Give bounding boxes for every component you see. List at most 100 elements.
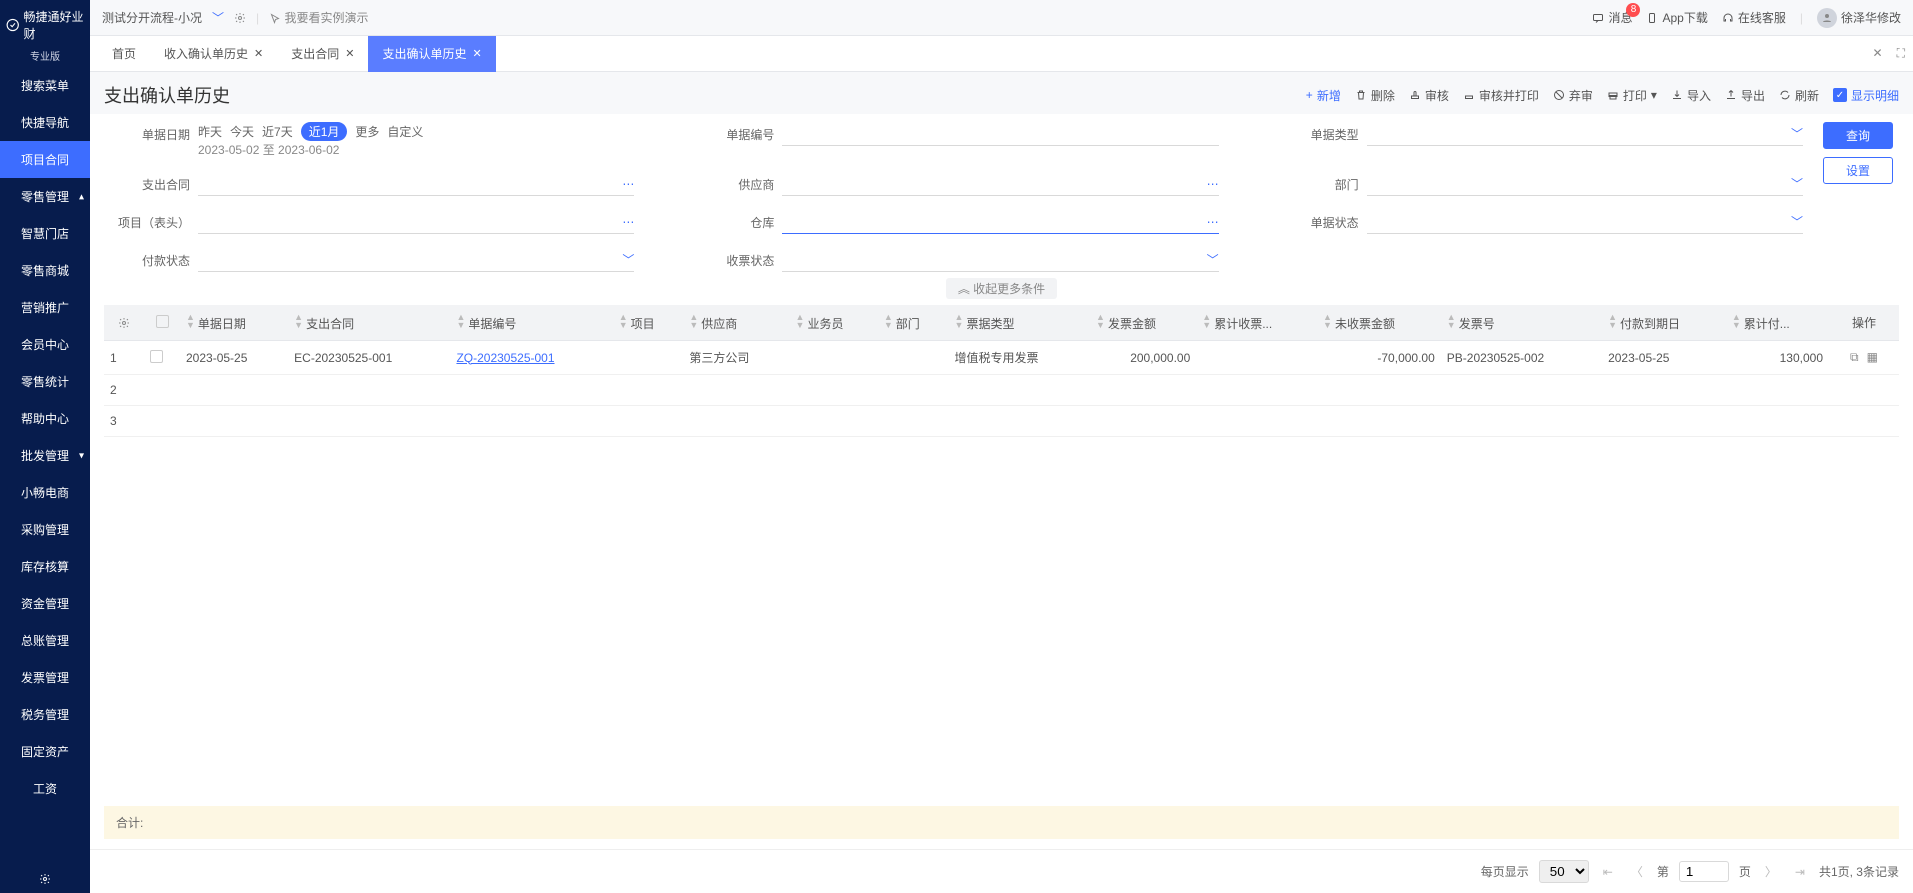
audit-button[interactable]: 审核 [1409, 87, 1449, 104]
tab[interactable]: 支出合同✕ [277, 36, 368, 72]
date-today[interactable]: 今天 [230, 123, 254, 140]
filter-doc-status[interactable]: 单据状态 ﹀ [1279, 210, 1803, 234]
close-icon[interactable]: ✕ [254, 47, 263, 60]
col-acc-pay[interactable]: ▲▼累计付... [1726, 305, 1829, 341]
table-row[interactable]: 3 [104, 406, 1899, 437]
col-ticket-type[interactable]: ▲▼票据类型 [949, 305, 1091, 341]
sidebar-item[interactable]: 固定资产 [0, 733, 90, 770]
filter-pay-status[interactable]: 付款状态 ﹀ [110, 248, 634, 272]
user-menu[interactable]: 徐泽华修改 [1817, 8, 1901, 28]
abandon-button[interactable]: 弃审 [1553, 87, 1593, 104]
app-download-link[interactable]: App下载 [1646, 9, 1707, 26]
close-tab-icon[interactable]: ✕ [1869, 42, 1887, 65]
col-unreceived[interactable]: ▲▼未收票金额 [1317, 305, 1441, 341]
col-date[interactable]: ▲▼单据日期 [180, 305, 288, 341]
date-last1m[interactable]: 近1月 [301, 122, 348, 141]
table-row[interactable]: 12023-05-25EC-20230525-001ZQ-20230525-00… [104, 341, 1899, 375]
col-doc-no[interactable]: ▲▼单据编号 [450, 305, 612, 341]
sidebar-settings[interactable] [0, 863, 90, 893]
per-page-select[interactable]: 50 [1539, 860, 1589, 883]
filter-doc-no[interactable]: 单据编号 [694, 122, 1218, 158]
first-page[interactable]: ⇤ [1599, 865, 1617, 879]
sidebar-item[interactable]: 库存核算 [0, 548, 90, 585]
col-gear[interactable] [104, 305, 144, 341]
col-contract[interactable]: ▲▼支出合同 [288, 305, 450, 341]
audit-print-button[interactable]: 审核并打印 [1463, 87, 1539, 104]
tab[interactable]: 支出确认单历史✕ [368, 36, 495, 72]
filter-supplier[interactable]: 供应商 ⋯ [694, 172, 1218, 196]
horizontal-scrollbar[interactable] [104, 839, 1899, 849]
sidebar-item[interactable]: 快捷导航 [0, 104, 90, 141]
add-button[interactable]: + 新增 [1306, 87, 1341, 104]
tab[interactable]: 收入确认单历史✕ [150, 36, 277, 72]
col-acc-receipt[interactable]: ▲▼累计收票... [1196, 305, 1317, 341]
sidebar-item[interactable]: 批发管理▾ [0, 437, 90, 474]
col-checkbox[interactable] [144, 305, 180, 341]
collapse-filters[interactable]: ︽ 收起更多条件 [946, 278, 1057, 299]
show-detail-toggle[interactable]: ✓ 显示明细 [1833, 87, 1899, 104]
sidebar-item[interactable]: 搜索菜单 [0, 67, 90, 104]
sidebar-item[interactable]: 项目合同 [0, 141, 90, 178]
col-dept[interactable]: ▲▼部门 [878, 305, 949, 341]
org-settings-icon[interactable] [234, 11, 246, 25]
sidebar-item[interactable]: 工资 [0, 770, 90, 807]
sidebar-item[interactable]: 营销推广 [0, 289, 90, 326]
sidebar-item[interactable]: 采购管理 [0, 511, 90, 548]
messages-link[interactable]: 消息 8 [1592, 9, 1632, 26]
col-project[interactable]: ▲▼项目 [613, 305, 684, 341]
sidebar-item[interactable]: 零售统计 [0, 363, 90, 400]
delete-button[interactable]: 删除 [1355, 87, 1395, 104]
filter-dept[interactable]: 部门 ﹀ [1279, 172, 1803, 196]
demo-link[interactable]: 我要看实例演示 [269, 9, 368, 26]
date-more[interactable]: 更多 [355, 123, 379, 140]
last-page[interactable]: ⇥ [1791, 865, 1809, 879]
col-inv-amount[interactable]: ▲▼发票金额 [1090, 305, 1196, 341]
filter-doc-type[interactable]: 单据类型 ﹀ [1279, 122, 1803, 158]
prev-page[interactable]: 〈 [1627, 863, 1647, 880]
sidebar-item[interactable]: 零售商城 [0, 252, 90, 289]
export-button[interactable]: 导出 [1725, 87, 1765, 104]
chevron-down-icon[interactable]: ﹀ [212, 9, 224, 26]
col-salesman[interactable]: ▲▼业务员 [790, 305, 878, 341]
filter-inv-status[interactable]: 收票状态 ﹀ [694, 248, 1218, 272]
filter-warehouse[interactable]: 仓库 ⋯ [694, 210, 1218, 234]
cell-date: 2023-05-25 [180, 341, 288, 375]
sidebar-item[interactable]: 资金管理 [0, 585, 90, 622]
sidebar-item[interactable]: 小畅电商 [0, 474, 90, 511]
date-custom[interactable]: 自定义 [387, 123, 423, 140]
sidebar-item[interactable]: 零售管理▴ [0, 178, 90, 215]
import-button[interactable]: 导入 [1671, 87, 1711, 104]
refresh-button[interactable]: 刷新 [1779, 87, 1819, 104]
doc-link[interactable]: ZQ-20230525-001 [456, 351, 554, 365]
support-link[interactable]: 在线客服 [1722, 9, 1786, 26]
sidebar-item[interactable]: 会员中心 [0, 326, 90, 363]
sidebar-item[interactable]: 税务管理 [0, 696, 90, 733]
row-checkbox[interactable] [150, 350, 163, 363]
row-qr-icon[interactable]: ▦ [1867, 350, 1878, 365]
sidebar-item[interactable]: 帮助中心 [0, 400, 90, 437]
tab[interactable]: 首页 [98, 36, 150, 72]
date-yesterday[interactable]: 昨天 [198, 123, 222, 140]
expand-icon[interactable]: ⛶ [1893, 42, 1909, 65]
close-icon[interactable]: ✕ [473, 47, 482, 60]
col-pay-due[interactable]: ▲▼付款到期日 [1602, 305, 1726, 341]
close-icon[interactable]: ✕ [345, 47, 354, 60]
cell-idx: 2 [104, 375, 144, 406]
col-inv-no[interactable]: ▲▼发票号 [1441, 305, 1602, 341]
sidebar-item[interactable]: 发票管理 [0, 659, 90, 696]
print-button[interactable]: 打印 ▾ [1607, 87, 1657, 104]
headset-icon [1722, 12, 1734, 24]
sidebar-item[interactable]: 智慧门店 [0, 215, 90, 252]
sidebar-item[interactable]: 总账管理 [0, 622, 90, 659]
org-selector[interactable]: 测试分开流程-小况 [102, 9, 202, 26]
filter-contract[interactable]: 支出合同 ⋯ [110, 172, 634, 196]
query-button[interactable]: 查询 [1823, 122, 1893, 149]
filter-project[interactable]: 项目（表头） ⋯ [110, 210, 634, 234]
settings-button[interactable]: 设置 [1823, 157, 1893, 184]
next-page[interactable]: 〉 [1761, 863, 1781, 880]
row-copy-icon[interactable]: ⧉ [1850, 350, 1859, 365]
col-supplier[interactable]: ▲▼供应商 [683, 305, 789, 341]
page-input[interactable] [1679, 861, 1729, 882]
date-last7[interactable]: 近7天 [262, 123, 293, 140]
table-row[interactable]: 2 [104, 375, 1899, 406]
